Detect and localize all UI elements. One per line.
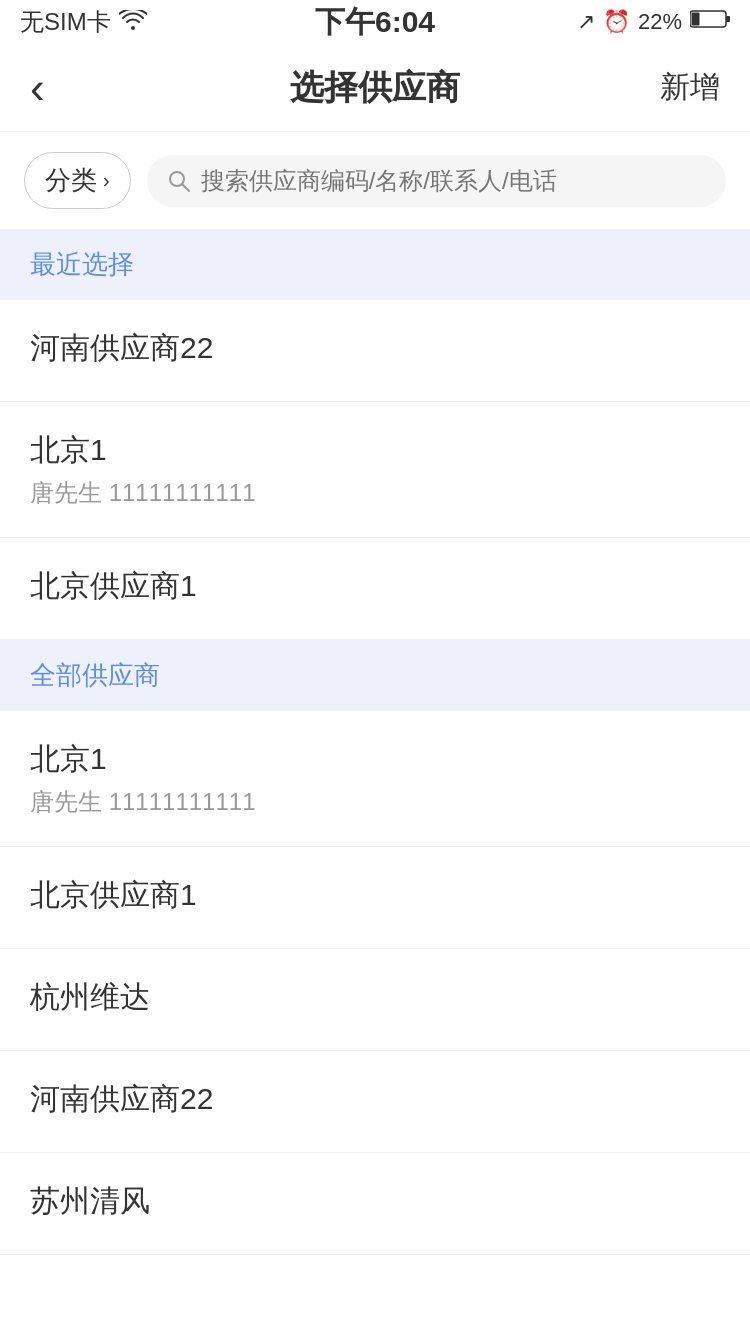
list-item[interactable]: 北京1 唐先生 11111111111	[0, 711, 750, 847]
battery-text: 22%	[638, 9, 682, 35]
back-icon: ‹	[30, 63, 45, 113]
list-item[interactable]: 杭州维达	[0, 949, 750, 1051]
back-button[interactable]: ‹	[30, 63, 110, 113]
item-name: 北京供应商1	[30, 566, 720, 607]
carrier-text: 无SIM卡	[20, 6, 111, 38]
all-items-list: 北京1 唐先生 11111111111 北京供应商1 杭州维达 河南供应商22 …	[0, 711, 750, 1255]
all-section-header: 全部供应商	[0, 640, 750, 711]
wifi-icon	[119, 8, 147, 36]
list-item[interactable]: 北京1 唐先生 11111111111	[0, 402, 750, 538]
search-container: 分类 ›	[0, 132, 750, 229]
svg-rect-2	[692, 13, 700, 26]
status-right: ↗ ⏰ 22%	[577, 9, 730, 35]
svg-rect-1	[726, 16, 730, 22]
list-item[interactable]: 北京供应商1	[0, 538, 750, 640]
recent-section-header: 最近选择	[0, 229, 750, 300]
list-item[interactable]: 河南供应商22	[0, 1051, 750, 1153]
recent-items-list: 河南供应商22 北京1 唐先生 11111111111 北京供应商1	[0, 300, 750, 640]
list-item[interactable]: 北京供应商1	[0, 847, 750, 949]
status-left: 无SIM卡	[20, 6, 147, 38]
recent-section-label: 最近选择	[30, 249, 134, 279]
item-name: 河南供应商22	[30, 328, 720, 369]
nav-title: 选择供应商	[290, 65, 460, 111]
location-icon: ↗	[577, 9, 595, 35]
item-name: 北京1	[30, 430, 720, 471]
search-input-wrapper	[147, 155, 726, 207]
category-filter-button[interactable]: 分类 ›	[24, 152, 131, 209]
status-bar: 无SIM卡 下午6:04 ↗ ⏰ 22%	[0, 0, 750, 44]
all-section-label: 全部供应商	[30, 660, 160, 690]
item-name: 杭州维达	[30, 977, 720, 1018]
item-name: 北京1	[30, 739, 720, 780]
category-label: 分类	[45, 163, 97, 198]
alarm-icon: ⏰	[603, 9, 630, 35]
item-name: 苏州清风	[30, 1181, 720, 1222]
item-name: 河南供应商22	[30, 1079, 720, 1120]
svg-line-4	[182, 184, 189, 191]
list-item[interactable]: 苏州清风	[0, 1153, 750, 1255]
new-supplier-button[interactable]: 新增	[640, 67, 720, 108]
item-name: 北京供应商1	[30, 875, 720, 916]
search-input[interactable]	[201, 167, 706, 195]
list-item[interactable]: 河南供应商22	[0, 300, 750, 402]
chevron-right-icon: ›	[103, 169, 110, 192]
item-detail: 唐先生 11111111111	[30, 477, 720, 509]
battery-icon	[690, 9, 730, 35]
status-time: 下午6:04	[315, 2, 435, 43]
search-icon	[167, 169, 191, 193]
item-detail: 唐先生 11111111111	[30, 786, 720, 818]
nav-bar: ‹ 选择供应商 新增	[0, 44, 750, 132]
